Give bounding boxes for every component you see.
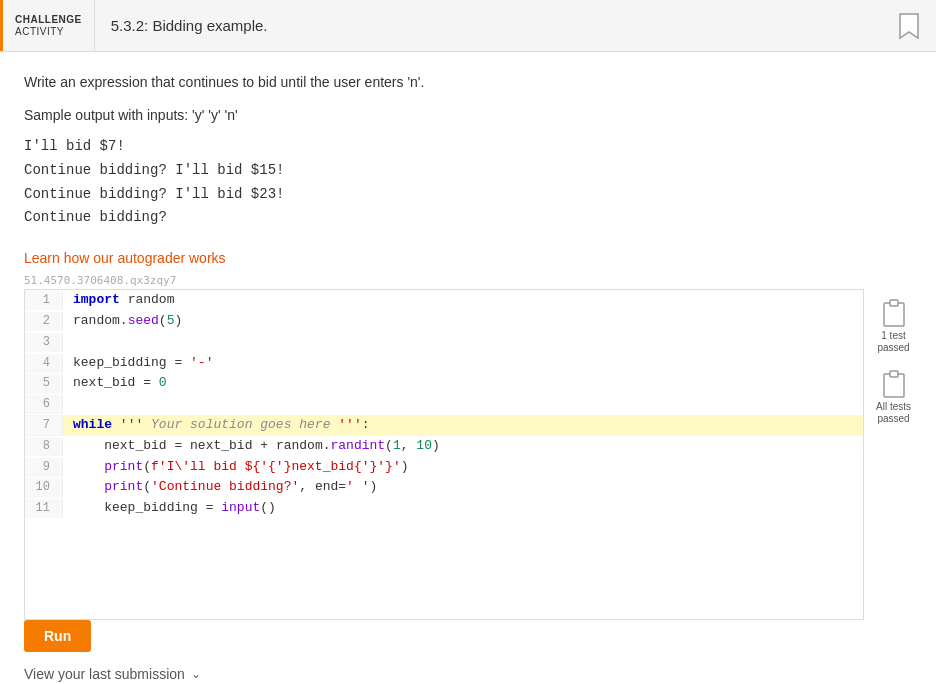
code-lines: 1 import random 2 random.seed(5) 3 4 kee… xyxy=(25,290,863,619)
code-line: 1 import random xyxy=(25,290,863,311)
code-line-highlighted: 7 while ''' Your solution goes here ''': xyxy=(25,415,863,436)
bookmark-icon[interactable] xyxy=(898,12,920,40)
code-line: 9 print(f'I\'ll bid ${'{'}next_bid{'}'}'… xyxy=(25,457,863,478)
code-line: 5 next_bid = 0 xyxy=(25,373,863,394)
code-line: 8 next_bid = next_bid + random.randint(1… xyxy=(25,436,863,457)
badge-all-clipboard-icon xyxy=(883,370,905,398)
badge-all-tests: All testspassed xyxy=(876,370,911,425)
badge-all-tests-label: All testspassed xyxy=(876,401,911,425)
sample-line-3: Continue bidding? I'll bid $23! xyxy=(24,183,912,207)
view-submission[interactable]: View your last submission ⌄ xyxy=(24,666,912,684)
learn-link[interactable]: Learn how our autograder works xyxy=(24,250,226,266)
svg-rect-3 xyxy=(890,371,898,377)
badge-clipboard-icon xyxy=(883,299,905,327)
run-button[interactable]: Run xyxy=(24,620,91,652)
code-file-id: 51.4570.3706408.qx3zqy7 xyxy=(24,274,912,287)
code-line: 10 print('Continue bidding?', end=' ') xyxy=(25,477,863,498)
activity-label: ACTIVITY xyxy=(15,26,82,38)
main-content: Write an expression that continues to bi… xyxy=(0,52,936,684)
challenge-label-block: CHALLENGE ACTIVITY xyxy=(0,0,94,51)
code-line: 3 xyxy=(25,332,863,353)
sample-line-1: I'll bid $7! xyxy=(24,135,912,159)
badge-1-test-label: 1 testpassed xyxy=(877,330,909,354)
chevron-down-icon: ⌄ xyxy=(191,667,201,681)
sample-line-2: Continue bidding? I'll bid $15! xyxy=(24,159,912,183)
code-line: 4 keep_bidding = '-' xyxy=(25,353,863,374)
badge-1-test: 1 testpassed xyxy=(877,299,909,354)
sample-output-block: I'll bid $7! Continue bidding? I'll bid … xyxy=(24,135,912,230)
editor-container: 1 import random 2 random.seed(5) 3 4 kee… xyxy=(24,289,912,620)
view-submission-label: View your last submission xyxy=(24,666,185,682)
code-line-empty xyxy=(25,519,863,619)
right-badges: 1 testpassed All testspassed xyxy=(864,289,911,620)
bookmark-icon-container[interactable] xyxy=(882,0,936,51)
header-title: 5.3.2: Bidding example. xyxy=(94,0,882,51)
challenge-label: CHALLENGE xyxy=(15,14,82,26)
code-line: 6 xyxy=(25,394,863,415)
svg-rect-1 xyxy=(890,300,898,306)
code-editor[interactable]: 1 import random 2 random.seed(5) 3 4 kee… xyxy=(24,289,864,620)
header-bar: CHALLENGE ACTIVITY 5.3.2: Bidding exampl… xyxy=(0,0,936,52)
sample-line-4: Continue bidding? xyxy=(24,206,912,230)
sample-output-label: Sample output with inputs: 'y' 'y' 'n' xyxy=(24,107,912,123)
code-line: 2 random.seed(5) xyxy=(25,311,863,332)
description-text: Write an expression that continues to bi… xyxy=(24,72,912,93)
code-line: 11 keep_bidding = input() xyxy=(25,498,863,519)
